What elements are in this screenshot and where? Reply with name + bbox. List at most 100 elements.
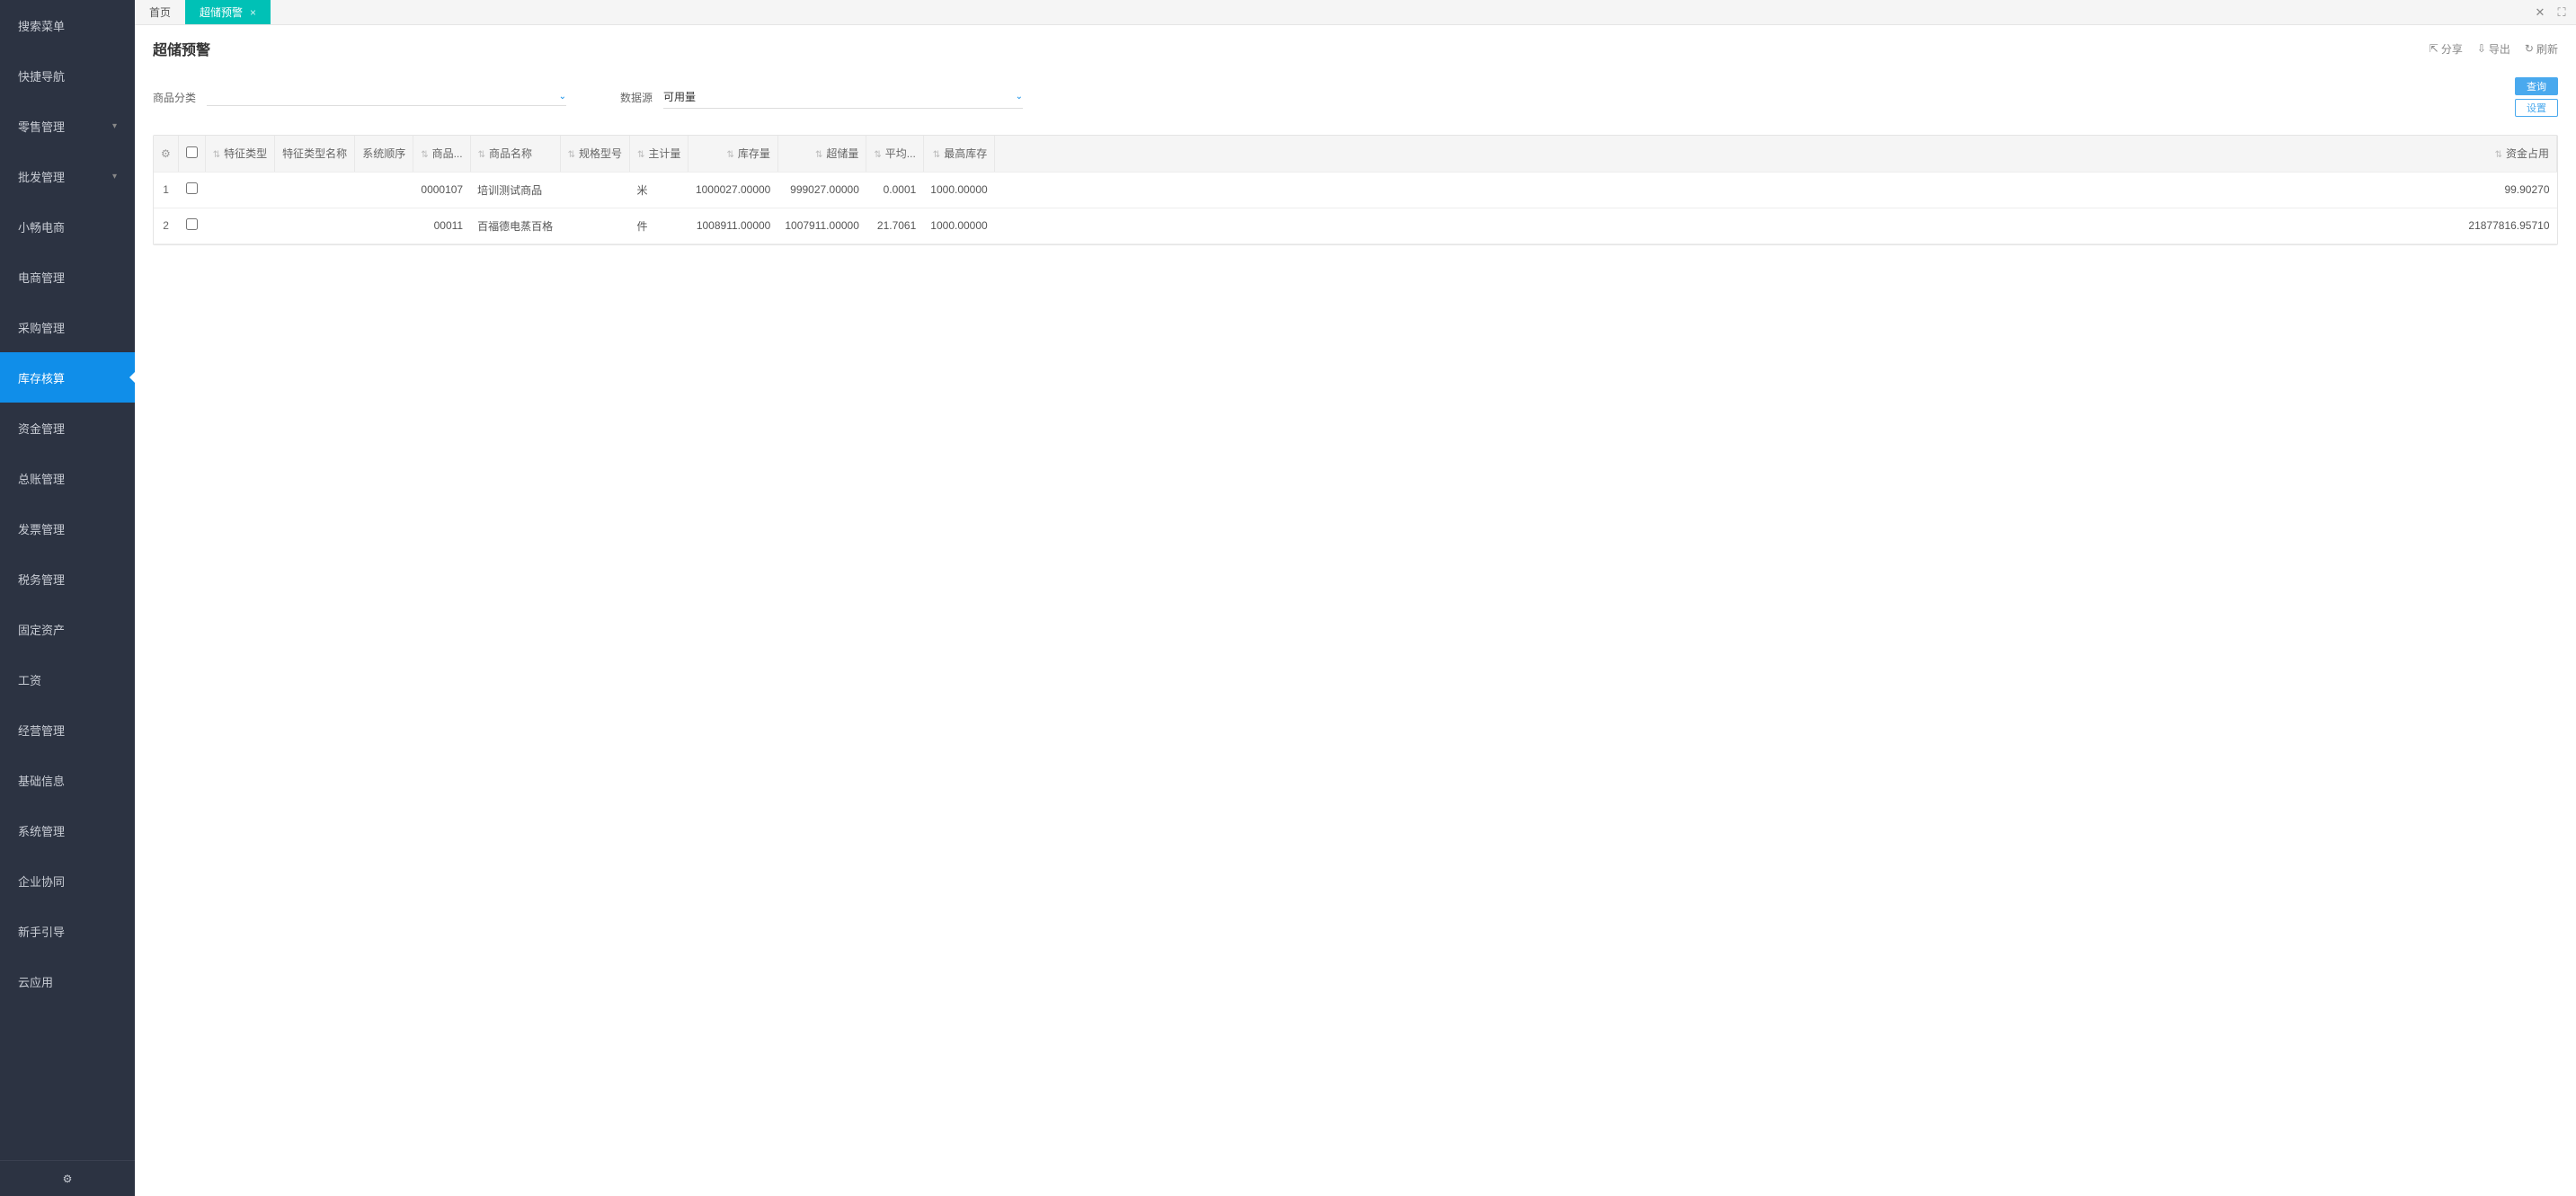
sidebar-item-15[interactable]: 基础信息 xyxy=(0,755,135,805)
sidebar-item-18[interactable]: 新手引导 xyxy=(0,906,135,956)
sidebar-item-label: 批发管理 xyxy=(18,168,65,185)
cell: 99.90270 xyxy=(995,172,2557,208)
sidebar-item-16[interactable]: 系统管理 xyxy=(0,805,135,855)
cell: 0000107 xyxy=(413,172,470,208)
col-product-code[interactable]: 商品... xyxy=(413,136,470,172)
sidebar-item-label: 采购管理 xyxy=(18,319,65,336)
col-feature-type[interactable]: 特征类型 xyxy=(205,136,274,172)
col-stock[interactable]: 库存量 xyxy=(688,136,777,172)
col-max-stock[interactable]: 最高库存 xyxy=(923,136,994,172)
cell: 1007911.00000 xyxy=(777,208,866,244)
row-index: 1 xyxy=(154,172,178,208)
cell: 1000.00000 xyxy=(923,208,994,244)
sidebar-item-label: 库存核算 xyxy=(18,369,65,386)
export-button[interactable]: ⇩ 导出 xyxy=(2477,41,2510,57)
share-button[interactable]: ⇱ 分享 xyxy=(2429,41,2463,57)
sidebar-item-label: 发票管理 xyxy=(18,520,65,537)
tab-active[interactable]: 超储预警 × xyxy=(185,0,271,24)
col-feature-name[interactable]: 特征类型名称 xyxy=(275,136,355,172)
col-product-name[interactable]: 商品名称 xyxy=(470,136,560,172)
select-all-checkbox[interactable] xyxy=(186,146,198,158)
cell xyxy=(560,208,629,244)
sidebar-item-8[interactable]: 资金管理 xyxy=(0,403,135,453)
expand-icon[interactable]: ⛶ xyxy=(2553,4,2571,22)
cell: 件 xyxy=(630,208,688,244)
col-spec[interactable]: 规格型号 xyxy=(560,136,629,172)
sidebar-item-5[interactable]: 电商管理 xyxy=(0,252,135,302)
sidebar-item-13[interactable]: 工资 xyxy=(0,654,135,704)
sidebar-item-label: 经营管理 xyxy=(18,722,65,739)
sidebar-item-6[interactable]: 采购管理 xyxy=(0,302,135,352)
cell: 0.0001 xyxy=(866,172,923,208)
sidebar-item-label: 系统管理 xyxy=(18,822,65,839)
cell: 百福德电蒸百格 xyxy=(470,208,560,244)
sidebar-item-19[interactable]: 云应用 xyxy=(0,956,135,1006)
sidebar-settings[interactable]: ⚙ xyxy=(0,1160,135,1196)
sidebar-item-10[interactable]: 发票管理 xyxy=(0,503,135,554)
sidebar-item-3[interactable]: 批发管理 ▾ xyxy=(0,151,135,201)
sidebar-item-label: 电商管理 xyxy=(18,269,65,286)
sidebar-item-label: 企业协同 xyxy=(18,873,65,890)
gear-icon: ⚙ xyxy=(63,1173,73,1185)
sidebar-item-9[interactable]: 总账管理 xyxy=(0,453,135,503)
sidebar-item-1[interactable]: 快捷导航 xyxy=(0,50,135,101)
col-unit[interactable]: 主计量 xyxy=(630,136,688,172)
cell: 1000.00000 xyxy=(923,172,994,208)
cell: 21877816.95710 xyxy=(995,208,2557,244)
export-icon: ⇩ xyxy=(2477,42,2486,55)
row-checkbox[interactable] xyxy=(186,218,198,230)
share-icon: ⇱ xyxy=(2429,42,2438,55)
close-icon[interactable]: × xyxy=(250,6,256,19)
sidebar-item-label: 新手引导 xyxy=(18,923,65,940)
sidebar-item-label: 基础信息 xyxy=(18,772,65,789)
sidebar-item-label: 快捷导航 xyxy=(18,67,65,84)
chevron-down-icon: ⌄ xyxy=(559,92,566,102)
datasource-label: 数据源 xyxy=(620,90,653,105)
cell: 培训测试商品 xyxy=(470,172,560,208)
cell: 米 xyxy=(630,172,688,208)
col-capital[interactable]: 资金占用 xyxy=(995,136,2557,172)
sidebar-item-label: 云应用 xyxy=(18,973,53,990)
category-select[interactable]: ⌄ xyxy=(207,88,566,106)
sidebar-item-12[interactable]: 固定资产 xyxy=(0,604,135,654)
cell: 21.7061 xyxy=(866,208,923,244)
settings-button[interactable]: 设置 xyxy=(2515,99,2558,117)
col-avg[interactable]: 平均... xyxy=(866,136,923,172)
sidebar-item-17[interactable]: 企业协同 xyxy=(0,855,135,906)
query-button[interactable]: 查询 xyxy=(2515,77,2558,95)
sidebar-item-11[interactable]: 税务管理 xyxy=(0,554,135,604)
cell xyxy=(275,208,355,244)
cell: 1008911.00000 xyxy=(688,208,777,244)
cell: 00011 xyxy=(413,208,470,244)
sidebar-item-14[interactable]: 经营管理 xyxy=(0,704,135,755)
refresh-button[interactable]: ↻ 刷新 xyxy=(2525,41,2558,57)
column-settings[interactable]: ⚙ xyxy=(154,136,178,172)
tabs-bar: 首页 超储预警 × ✕ ⛶ xyxy=(135,0,2576,25)
col-overstock[interactable]: 超储量 xyxy=(777,136,866,172)
refresh-icon: ↻ xyxy=(2525,42,2534,55)
category-label: 商品分类 xyxy=(153,90,196,105)
sidebar-item-label: 搜索菜单 xyxy=(18,17,65,34)
cell xyxy=(355,172,413,208)
sidebar-item-label: 小畅电商 xyxy=(18,218,65,235)
sidebar-item-7[interactable]: 库存核算 xyxy=(0,352,135,403)
sidebar-item-0[interactable]: 搜索菜单 xyxy=(0,0,135,50)
cell xyxy=(560,172,629,208)
close-button[interactable]: ✕ xyxy=(2531,4,2549,22)
table-row[interactable]: 2 00011百福德电蒸百格 件1008911.000001007911.00000… xyxy=(154,208,2557,244)
table-row[interactable]: 10000107培训测试商品米1000027.00000999027.00000… xyxy=(154,172,2557,208)
row-index: 2 xyxy=(154,208,178,244)
tab-home[interactable]: 首页 xyxy=(135,0,185,24)
caret-down-icon: ▾ xyxy=(112,172,117,182)
gear-icon: ⚙ xyxy=(161,147,171,160)
sidebar-item-4[interactable]: 小畅电商 xyxy=(0,201,135,252)
row-checkbox[interactable] xyxy=(186,182,198,194)
datasource-select[interactable]: 可用量 ⌄ xyxy=(663,85,1023,109)
caret-down-icon: ▾ xyxy=(112,121,117,131)
sidebar-item-label: 税务管理 xyxy=(18,571,65,588)
sidebar-item-2[interactable]: 零售管理 ▾ xyxy=(0,101,135,151)
cell xyxy=(355,208,413,244)
chevron-down-icon: ⌄ xyxy=(1016,92,1023,102)
col-system-order[interactable]: 系统顺序 xyxy=(355,136,413,172)
sidebar-item-label: 零售管理 xyxy=(18,118,65,135)
